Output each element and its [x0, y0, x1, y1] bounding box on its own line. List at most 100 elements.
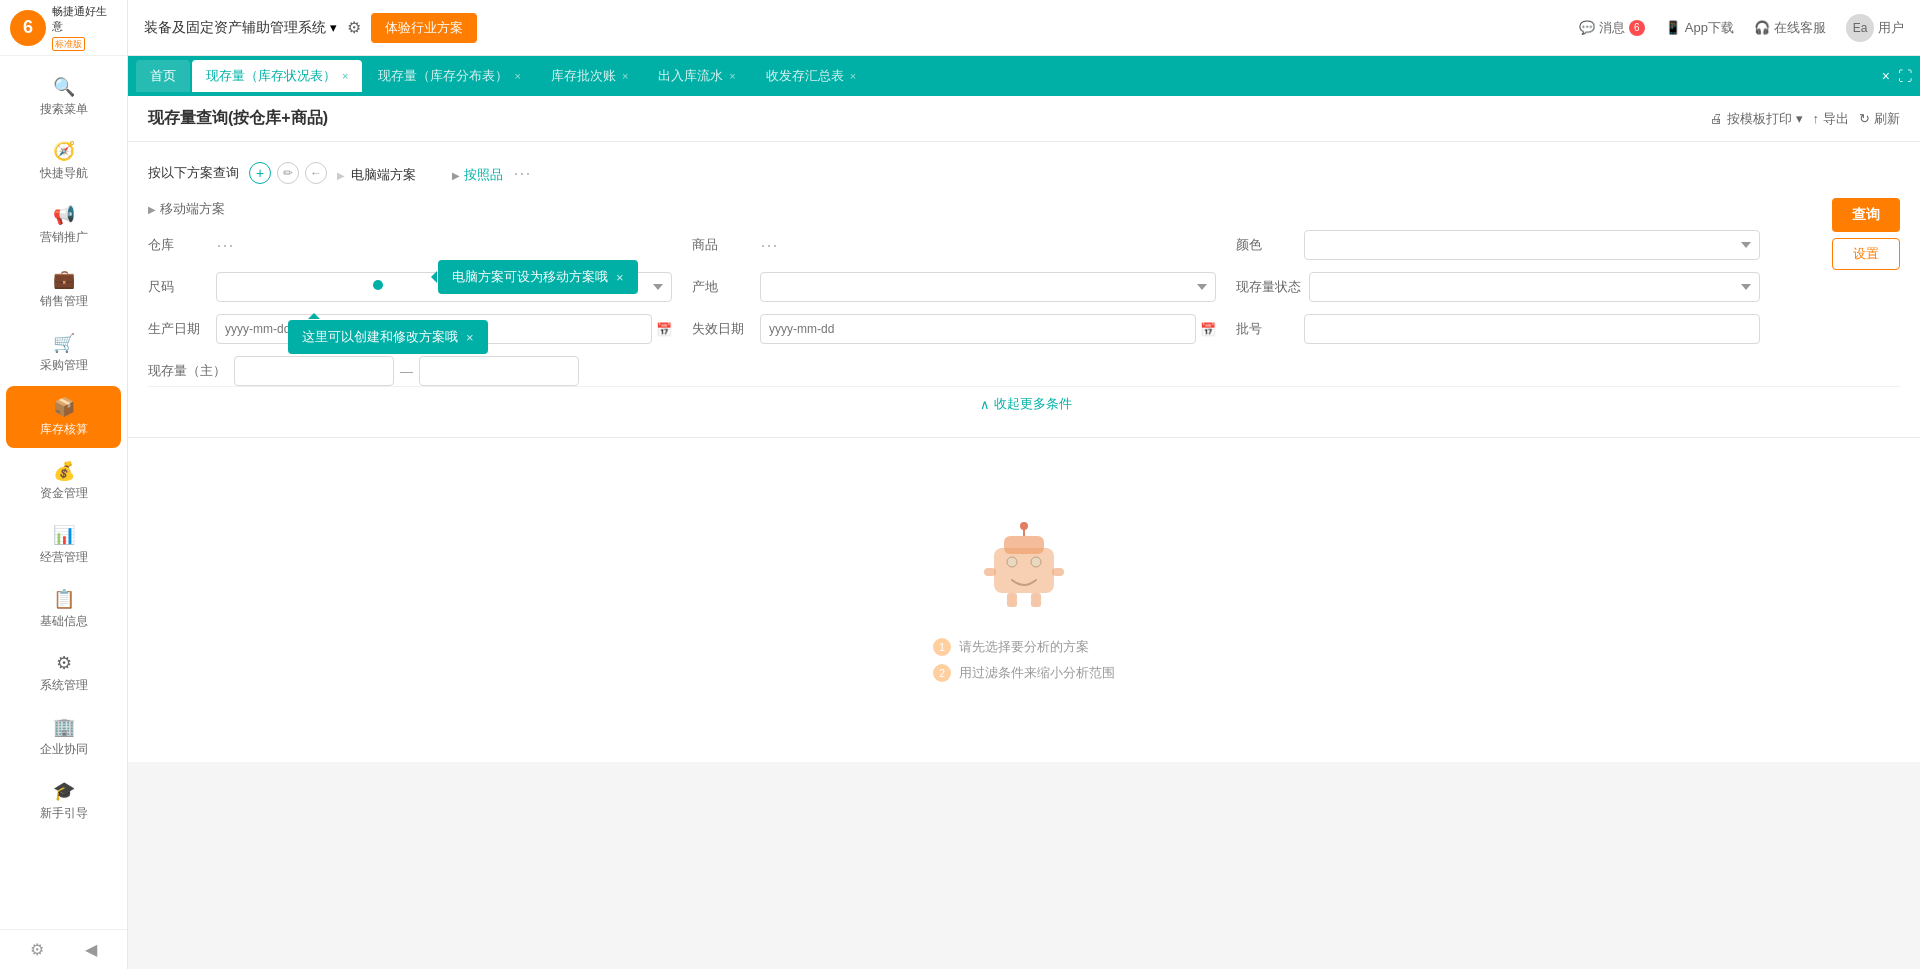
tab-home[interactable]: 首页 — [136, 60, 190, 92]
system-selector[interactable]: 装备及固定资产辅助管理系统 ▾ — [144, 19, 337, 37]
dropdown-icon: ▾ — [330, 20, 337, 35]
sidebar-item-enterprise[interactable]: 🏢 企业协同 — [6, 706, 121, 768]
tab-inventory-batch-label: 库存批次账 — [551, 67, 616, 85]
chevron-up-icon: ∧ — [980, 397, 990, 412]
sidebar-item-label: 新手引导 — [40, 805, 88, 822]
tab-inventory-dist[interactable]: 现存量（库存分布表） × — [364, 60, 534, 92]
sidebar-item-quick-nav[interactable]: 🧭 快捷导航 — [6, 130, 121, 192]
scheme-pc-item[interactable]: 按照品 — [464, 166, 503, 184]
goods-dots[interactable]: ⋯ — [760, 235, 778, 255]
tooltip-pc-text: 电脑方案可设为移动方案哦 — [452, 268, 608, 286]
collapse-sidebar-icon[interactable]: ◀ — [85, 940, 97, 959]
message-btn[interactable]: 💬 消息 6 — [1579, 19, 1645, 37]
sidebar-item-operations[interactable]: 📊 经营管理 — [6, 514, 121, 576]
sidebar-item-inventory[interactable]: 📦 库存核算 — [6, 386, 121, 448]
industry-btn[interactable]: 体验行业方案 — [371, 13, 477, 43]
logo-text: 畅捷通好生意 标准版 — [52, 4, 117, 51]
filter-stock-status: 现存量状态 — [1236, 272, 1760, 302]
sidebar-item-label: 经营管理 — [40, 549, 88, 566]
app-download-btn[interactable]: 📱 App下载 — [1665, 19, 1734, 37]
sidebar-item-finance[interactable]: 💰 资金管理 — [6, 450, 121, 512]
scheme-edit-btn[interactable]: ✏ — [277, 162, 299, 184]
range-separator: — — [400, 364, 413, 379]
sidebar-item-sales[interactable]: 💼 销售管理 — [6, 258, 121, 320]
printer-icon: 🖨 — [1710, 111, 1723, 126]
topbar-right: 💬 消息 6 📱 App下载 🎧 在线客服 Ea 用户 — [1579, 14, 1904, 42]
search-header: 按以下方案查询 + ✏ ← ▶ 电脑端方案 ▶ 按照品 ⋯ — [148, 158, 1900, 188]
sidebar-item-label: 库存核算 — [40, 421, 88, 438]
tab-inventory-batch[interactable]: 库存批次账 × — [537, 60, 642, 92]
online-support-btn[interactable]: 🎧 在线客服 — [1754, 19, 1826, 37]
stock-status-input-wrap — [1309, 272, 1760, 302]
expire-date-input[interactable] — [760, 314, 1196, 344]
tooltip-pc-close[interactable]: × — [616, 270, 624, 285]
phone-icon: 📱 — [1665, 20, 1681, 35]
sidebar-item-system[interactable]: ⚙ 系统管理 — [6, 642, 121, 704]
user-avatar: Ea — [1846, 14, 1874, 42]
collapse-bar[interactable]: ∧ 收起更多条件 — [148, 386, 1900, 421]
origin-label: 产地 — [692, 278, 752, 296]
sidebar-item-label: 销售管理 — [40, 293, 88, 310]
tooltip-scheme-text: 这里可以创建和修改方案哦 — [302, 328, 458, 346]
template-print-btn[interactable]: 🖨 按模板打印 ▾ — [1710, 110, 1803, 128]
scheme-dots-menu[interactable]: ⋯ — [513, 162, 531, 184]
filter-expire-date: 失效日期 📅 — [692, 314, 1216, 344]
tab-inventory-dist-close[interactable]: × — [514, 70, 520, 82]
svg-rect-6 — [984, 568, 996, 576]
tab-recv-send-summary-close[interactable]: × — [850, 70, 856, 82]
refresh-btn[interactable]: ↻ 刷新 — [1859, 110, 1900, 128]
sidebar-item-label: 系统管理 — [40, 677, 88, 694]
sidebar-item-purchase[interactable]: 🛒 采购管理 — [6, 322, 121, 384]
tab-recv-send-summary[interactable]: 收发存汇总表 × — [752, 60, 870, 92]
svg-rect-9 — [1031, 593, 1041, 607]
refresh-icon: ↻ — [1859, 111, 1870, 126]
tabs-bar: 首页 现存量（库存状况表） × 现存量（库存分布表） × 库存批次账 × 出入库… — [128, 56, 1920, 96]
prod-date-calendar-icon[interactable]: 📅 — [656, 322, 672, 337]
stock-qty-max-input[interactable] — [419, 356, 579, 386]
stock-status-select[interactable] — [1309, 272, 1760, 302]
search-menu-icon: 🔍 — [53, 76, 75, 98]
sidebar-item-guide[interactable]: 🎓 新手引导 — [6, 770, 121, 832]
tooltip-scheme-close[interactable]: × — [466, 330, 474, 345]
tab-inventory-status-close[interactable]: × — [342, 70, 348, 82]
sidebar-item-label: 基础信息 — [40, 613, 88, 630]
sidebar-item-label: 营销推广 — [40, 229, 88, 246]
guide-icon: 🎓 — [53, 780, 75, 802]
warehouse-dots[interactable]: ⋯ — [216, 235, 234, 255]
tab-fullscreen-icon[interactable]: ⛶ — [1898, 68, 1912, 84]
stock-qty-min-input[interactable] — [234, 356, 394, 386]
tab-inventory-status[interactable]: 现存量（库存状况表） × — [192, 60, 362, 92]
tab-inout-flow-close[interactable]: × — [729, 70, 735, 82]
system-name: 装备及固定资产辅助管理系统 — [144, 19, 326, 37]
expire-date-calendar-icon[interactable]: 📅 — [1200, 322, 1216, 337]
scheme-back-btn[interactable]: ← — [305, 162, 327, 184]
tab-window-close-icon[interactable]: × — [1882, 68, 1890, 84]
topbar-settings-icon[interactable]: ⚙ — [347, 18, 361, 37]
filter-row-1: 仓库 ⋯ 商品 ⋯ 颜色 — [148, 230, 1760, 260]
finance-icon: 💰 — [53, 460, 75, 482]
origin-select[interactable] — [760, 272, 1216, 302]
tab-inventory-batch-close[interactable]: × — [622, 70, 628, 82]
empty-illustration — [974, 518, 1074, 618]
user-menu[interactable]: Ea 用户 — [1846, 14, 1904, 42]
color-select[interactable] — [1304, 230, 1760, 260]
sidebar-item-search-menu[interactable]: 🔍 搜索菜单 — [6, 66, 121, 128]
sidebar-item-marketing[interactable]: 📢 营销推广 — [6, 194, 121, 256]
prod-date-label: 生产日期 — [148, 320, 208, 338]
export-btn[interactable]: ↑ 导出 — [1813, 110, 1850, 128]
tip-num-2: 2 — [933, 664, 951, 682]
batch-no-input[interactable] — [1304, 314, 1760, 344]
search-btn[interactable]: 查询 — [1832, 198, 1900, 232]
tab-inout-flow[interactable]: 出入库流水 × — [644, 60, 749, 92]
goods-input-wrap: ⋯ — [760, 234, 1216, 256]
settings-icon[interactable]: ⚙ — [30, 940, 44, 959]
scheme-add-btn[interactable]: + — [249, 162, 271, 184]
search-area: 按以下方案查询 + ✏ ← ▶ 电脑端方案 ▶ 按照品 ⋯ — [128, 142, 1920, 438]
batch-no-input-wrap — [1304, 314, 1760, 344]
setting-btn[interactable]: 设置 — [1832, 238, 1900, 270]
stock-qty-range: — — [234, 356, 1760, 386]
color-label: 颜色 — [1236, 236, 1296, 254]
sidebar-item-basic-info[interactable]: 📋 基础信息 — [6, 578, 121, 640]
scheme-pc-label: 电脑端方案 — [351, 166, 416, 184]
tooltip-pc: 电脑方案可设为移动方案哦 × — [438, 260, 638, 294]
